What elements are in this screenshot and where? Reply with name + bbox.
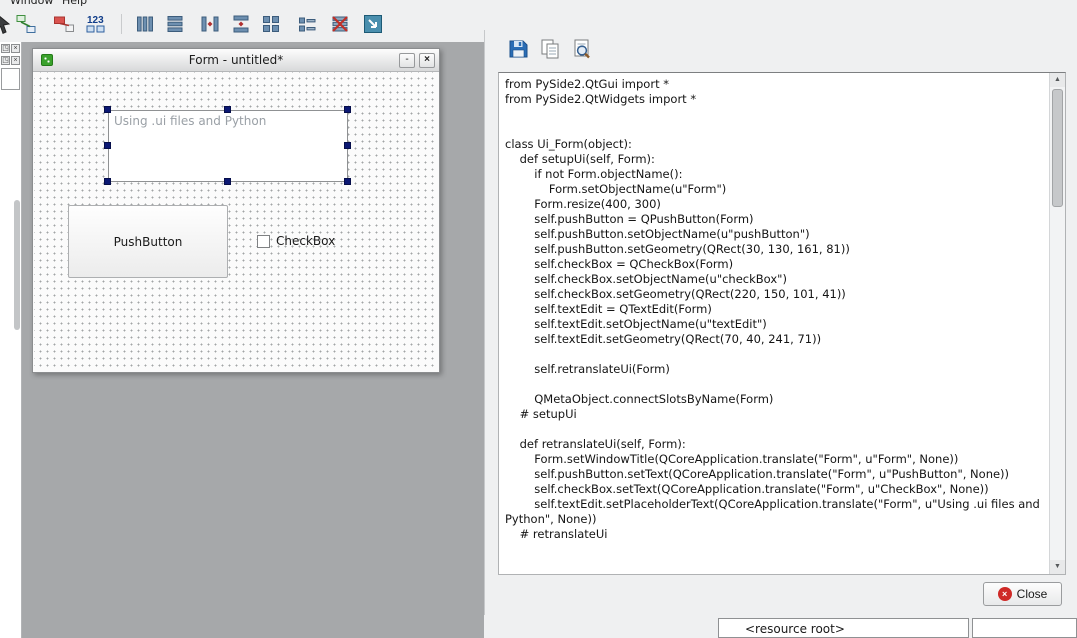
layout-horizontal-button[interactable] [133, 12, 157, 36]
copy-button[interactable] [538, 37, 562, 61]
resource-preview-panel [972, 618, 1077, 638]
selection-handle-s[interactable] [224, 178, 231, 185]
checkbox-label: CheckBox [276, 234, 335, 248]
pushbutton-widget[interactable]: PushButton [68, 205, 228, 278]
save-button[interactable] [506, 37, 530, 61]
form-window-title: Form - untitled* [33, 53, 439, 67]
break-layout-icon [328, 12, 352, 36]
resource-tree: <resource root> [718, 618, 969, 638]
selection-handle-sw[interactable] [104, 178, 111, 185]
find-button[interactable] [570, 37, 594, 61]
selection-handle-e[interactable] [344, 142, 351, 149]
close-dialog-button[interactable]: × Close [983, 582, 1062, 606]
close-window-button[interactable]: × [419, 53, 435, 68]
break-layout-button[interactable] [328, 12, 352, 36]
minimize-button[interactable]: - [399, 53, 415, 68]
toolbar-separator [121, 14, 122, 34]
layout-vertical-splitter-button[interactable] [229, 12, 253, 36]
menu-item-window[interactable]: Window [10, 0, 53, 7]
edit-signals-slots-icon [14, 12, 38, 36]
layout-grid-button[interactable] [259, 12, 283, 36]
layout-vertical-splitter-icon [229, 12, 253, 36]
widgetbox-filter-input[interactable] [1, 68, 20, 90]
layout-horizontal-splitter-button[interactable] [198, 12, 222, 36]
checkbox-widget[interactable]: CheckBox [257, 234, 335, 248]
edit-buddies-icon [52, 12, 76, 36]
textedit-widget[interactable]: Using .ui files and Python [108, 110, 348, 182]
code-scrollbar[interactable]: ▲ ▼ [1049, 73, 1065, 574]
code-view[interactable]: from PySide2.QtGui import * from PySide2… [498, 72, 1066, 575]
layout-form-icon [295, 12, 319, 36]
scroll-up-button[interactable]: ▲ [1050, 73, 1065, 87]
resource-root-item[interactable]: <resource root> [719, 619, 968, 636]
find-icon [570, 37, 594, 61]
form-window: Form - untitled* - × Using .ui files and… [32, 48, 440, 373]
copy-icon [538, 37, 562, 61]
mdi-area: Form - untitled* - × Using .ui files and… [22, 42, 484, 638]
close-button-label: Close [1017, 587, 1048, 601]
svg-text:123: 123 [87, 15, 104, 26]
selection-handle-ne[interactable] [344, 106, 351, 113]
layout-vertical-icon [163, 12, 187, 36]
form-window-icon [41, 54, 53, 66]
selection-handle-n[interactable] [224, 106, 231, 113]
edit-tab-order-button[interactable]: 123 [84, 12, 108, 36]
edit-tab-order-icon: 123 [84, 12, 108, 36]
layout-horizontal-splitter-icon [198, 12, 222, 36]
dock-float-button[interactable]: ◳ [1, 56, 10, 65]
form-canvas[interactable]: Using .ui files and Python PushButton Ch… [34, 72, 438, 371]
save-icon [506, 37, 530, 61]
edit-buddies-button[interactable] [52, 12, 76, 36]
code-preview-dialog: from PySide2.QtGui import * from PySide2… [484, 30, 1077, 615]
dock-close-button[interactable]: × [11, 56, 20, 65]
selection-handle-w[interactable] [104, 142, 111, 149]
code-text: from PySide2.QtGui import * from PySide2… [499, 73, 1049, 574]
edit-signals-slots-button[interactable] [14, 12, 38, 36]
checkbox-indicator [257, 235, 270, 248]
close-circle-icon: × [998, 587, 1012, 601]
layout-form-button[interactable] [295, 12, 319, 36]
menu-item-help[interactable]: Help [62, 0, 87, 7]
adjust-size-button[interactable] [361, 12, 385, 36]
menubar: Window Help [0, 0, 1077, 8]
dock-float-button[interactable]: ◳ [1, 44, 10, 53]
widgetbox-panel: ◳ × ◳ × [0, 42, 22, 638]
layout-grid-icon [259, 12, 283, 36]
selection-handle-nw[interactable] [104, 106, 111, 113]
layout-vertical-button[interactable] [163, 12, 187, 36]
adjust-size-icon [361, 12, 385, 36]
scroll-down-button[interactable]: ▼ [1050, 560, 1065, 574]
layout-horizontal-icon [133, 12, 157, 36]
form-window-titlebar[interactable]: Form - untitled* - × [33, 49, 439, 72]
selection-handle-se[interactable] [344, 178, 351, 185]
widgetbox-scrollbar[interactable] [14, 200, 20, 330]
textedit-placeholder: Using .ui files and Python [109, 111, 347, 131]
dock-close-button[interactable]: × [11, 44, 20, 53]
scrollbar-thumb[interactable] [1052, 89, 1063, 207]
